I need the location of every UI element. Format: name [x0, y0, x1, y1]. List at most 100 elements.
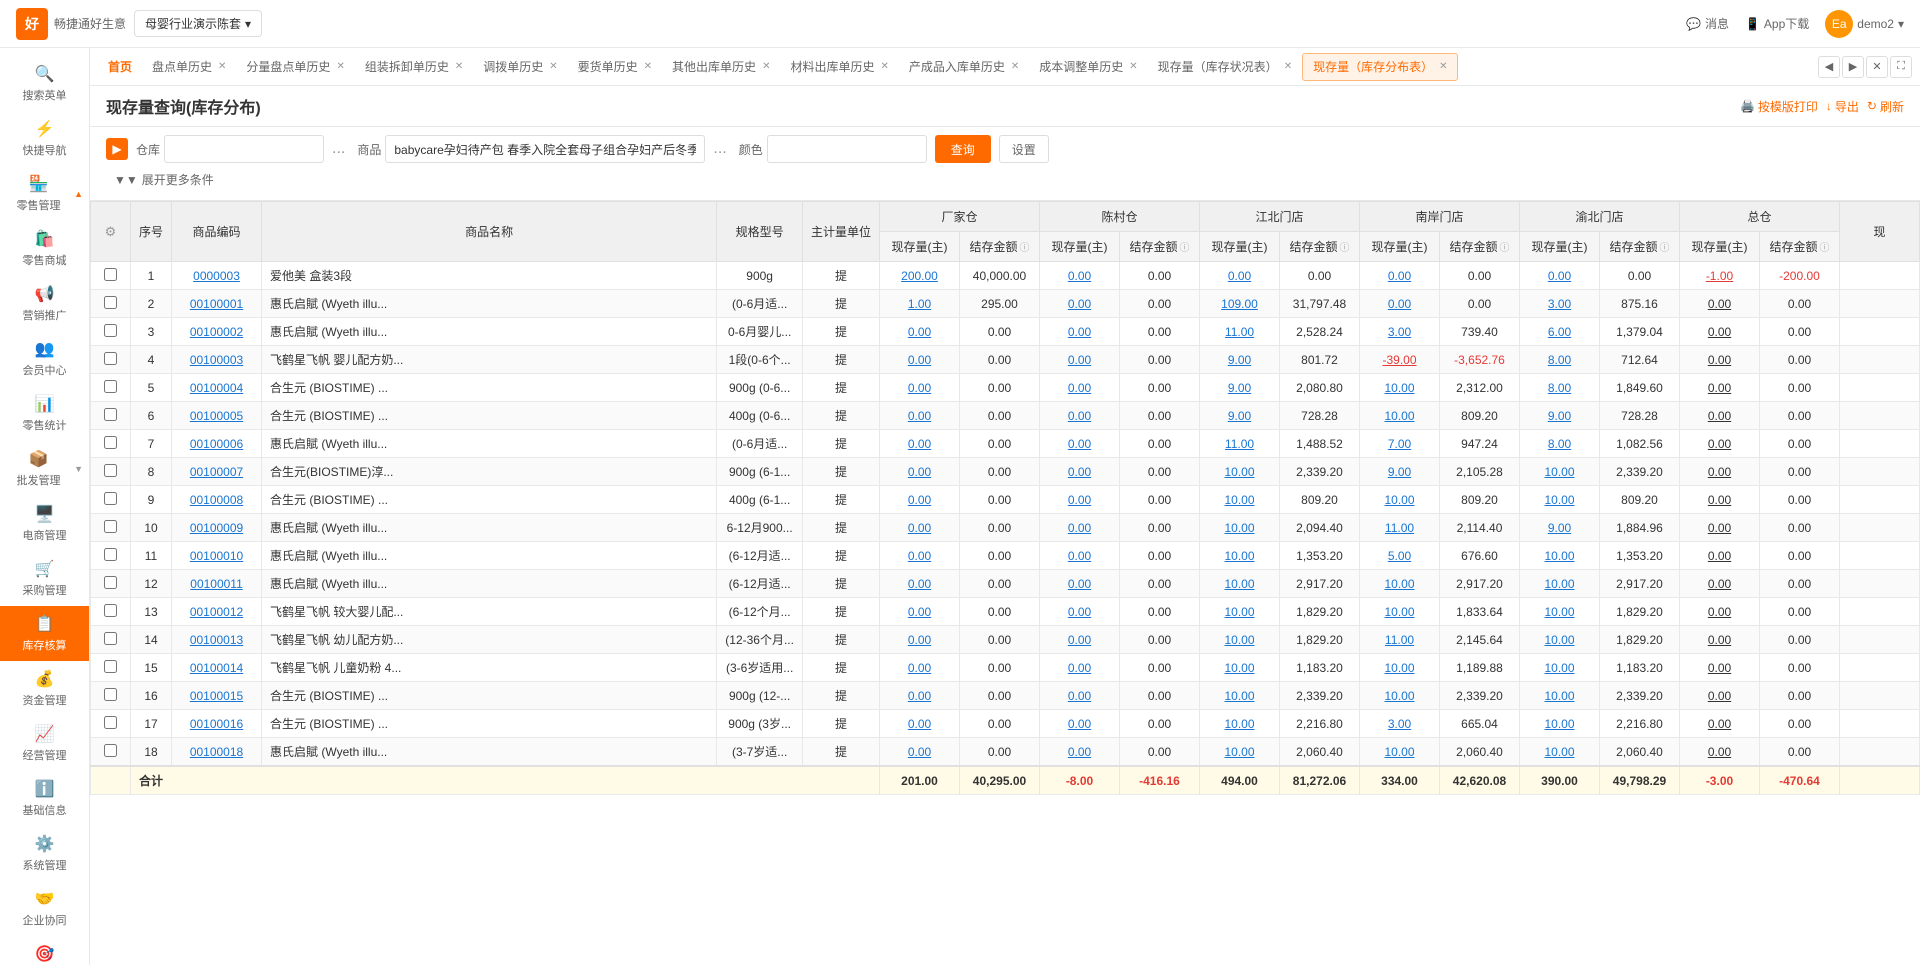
row-f-stock[interactable]: 0.00	[880, 682, 960, 710]
row-checkbox[interactable]	[91, 262, 131, 290]
sidebar-item-guide[interactable]: 🎯 新手引导	[0, 936, 89, 965]
row-yb-stock[interactable]: 10.00	[1520, 682, 1600, 710]
row-na-stock[interactable]: 3.00	[1360, 318, 1440, 346]
row-na-stock[interactable]: 10.00	[1360, 374, 1440, 402]
row-c-stock[interactable]: 0.00	[1040, 570, 1120, 598]
row-jb-stock[interactable]: 109.00	[1200, 290, 1280, 318]
row-na-stock[interactable]: 10.00	[1360, 598, 1440, 626]
tab-close-icon[interactable]: ✕	[1129, 61, 1137, 72]
export-btn[interactable]: ↓ 导出	[1826, 98, 1859, 115]
row-f-stock[interactable]: 0.00	[880, 318, 960, 346]
row-code[interactable]: 00100003	[172, 346, 262, 374]
row-t-stock[interactable]: 0.00	[1680, 682, 1760, 710]
row-f-stock[interactable]: 0.00	[880, 430, 960, 458]
row-f-stock[interactable]: 0.00	[880, 710, 960, 738]
nav-prev-btn[interactable]: ◀	[1818, 56, 1840, 78]
row-f-stock[interactable]: 200.00	[880, 262, 960, 290]
row-c-stock[interactable]: 0.00	[1040, 402, 1120, 430]
sidebar-item-retail-store[interactable]: 🛍️ 零售商城	[0, 221, 89, 276]
row-checkbox[interactable]	[91, 654, 131, 682]
row-f-stock[interactable]: 0.00	[880, 346, 960, 374]
row-checkbox[interactable]	[91, 486, 131, 514]
row-code[interactable]: 00100001	[172, 290, 262, 318]
row-f-stock[interactable]: 0.00	[880, 374, 960, 402]
row-c-stock[interactable]: 0.00	[1040, 486, 1120, 514]
row-code[interactable]: 00100004	[172, 374, 262, 402]
tab-material-out[interactable]: 材料出库单历史 ✕	[780, 53, 898, 81]
row-na-stock[interactable]: 10.00	[1360, 654, 1440, 682]
row-f-stock[interactable]: 0.00	[880, 598, 960, 626]
row-c-stock[interactable]: 0.00	[1040, 290, 1120, 318]
tab-other-out[interactable]: 其他出库单历史 ✕	[662, 53, 780, 81]
row-t-stock[interactable]: 0.00	[1680, 654, 1760, 682]
row-f-stock[interactable]: 0.00	[880, 738, 960, 767]
expand-more-btn[interactable]: ▼▼ 展开更多条件	[106, 167, 1904, 192]
row-jb-stock[interactable]: 10.00	[1200, 710, 1280, 738]
tab-stock-status[interactable]: 现存量（库存状况表） ✕	[1148, 53, 1302, 81]
row-jb-stock[interactable]: 10.00	[1200, 486, 1280, 514]
sidebar-item-purchase[interactable]: 🛒 采购管理	[0, 551, 89, 606]
row-jb-stock[interactable]: 10.00	[1200, 514, 1280, 542]
row-code[interactable]: 00100014	[172, 654, 262, 682]
row-t-stock[interactable]: 0.00	[1680, 430, 1760, 458]
tab-close-icon[interactable]: ✕	[1011, 61, 1019, 72]
row-f-stock[interactable]: 0.00	[880, 458, 960, 486]
sidebar-item-shortcut[interactable]: ⚡ 快捷导航	[0, 111, 89, 166]
tab-product-in[interactable]: 产成品入库单历史 ✕	[899, 53, 1029, 81]
row-jb-stock[interactable]: 10.00	[1200, 654, 1280, 682]
row-yb-stock[interactable]: 10.00	[1520, 710, 1600, 738]
row-c-stock[interactable]: 0.00	[1040, 346, 1120, 374]
row-c-stock[interactable]: 0.00	[1040, 542, 1120, 570]
table-settings-icon[interactable]: ⚙	[105, 224, 117, 239]
row-c-stock[interactable]: 0.00	[1040, 682, 1120, 710]
row-checkbox[interactable]	[91, 430, 131, 458]
tab-close-icon[interactable]: ✕	[880, 61, 888, 72]
th-settings[interactable]: ⚙	[91, 202, 131, 262]
row-checkbox[interactable]	[91, 738, 131, 767]
row-checkbox[interactable]	[91, 598, 131, 626]
row-jb-stock[interactable]: 11.00	[1200, 430, 1280, 458]
row-f-stock[interactable]: 0.00	[880, 514, 960, 542]
print-btn[interactable]: 🖨️ 按模版打印	[1740, 98, 1818, 115]
nav-next-btn[interactable]: ▶	[1842, 56, 1864, 78]
row-code[interactable]: 00100007	[172, 458, 262, 486]
row-na-stock[interactable]: 11.00	[1360, 514, 1440, 542]
tab-close-icon[interactable]: ✕	[218, 61, 226, 72]
row-f-stock[interactable]: 0.00	[880, 486, 960, 514]
row-c-stock[interactable]: 0.00	[1040, 374, 1120, 402]
row-c-stock[interactable]: 0.00	[1040, 738, 1120, 767]
row-f-stock[interactable]: 0.00	[880, 542, 960, 570]
tab-purchase-order[interactable]: 要货单历史 ✕	[568, 53, 662, 81]
row-yb-stock[interactable]: 9.00	[1520, 402, 1600, 430]
row-f-stock[interactable]: 0.00	[880, 402, 960, 430]
row-na-stock[interactable]: -39.00	[1360, 346, 1440, 374]
row-f-stock[interactable]: 0.00	[880, 626, 960, 654]
row-checkbox[interactable]	[91, 458, 131, 486]
tab-close-icon[interactable]: ✕	[1284, 61, 1292, 72]
row-checkbox[interactable]	[91, 402, 131, 430]
row-jb-stock[interactable]: 10.00	[1200, 738, 1280, 767]
row-yb-stock[interactable]: 8.00	[1520, 374, 1600, 402]
row-checkbox[interactable]	[91, 346, 131, 374]
row-code[interactable]: 00100005	[172, 402, 262, 430]
row-checkbox[interactable]	[91, 318, 131, 346]
row-yb-stock[interactable]: 0.00	[1520, 262, 1600, 290]
row-checkbox[interactable]	[91, 626, 131, 654]
row-yb-stock[interactable]: 10.00	[1520, 598, 1600, 626]
row-c-stock[interactable]: 0.00	[1040, 626, 1120, 654]
row-na-stock[interactable]: 11.00	[1360, 626, 1440, 654]
row-na-stock[interactable]: 7.00	[1360, 430, 1440, 458]
row-code[interactable]: 00100013	[172, 626, 262, 654]
row-checkbox[interactable]	[91, 514, 131, 542]
row-jb-stock[interactable]: 0.00	[1200, 262, 1280, 290]
row-c-stock[interactable]: 0.00	[1040, 318, 1120, 346]
sidebar-item-wholesale[interactable]: 📦 批发管理 ▼	[0, 441, 89, 496]
row-jb-stock[interactable]: 10.00	[1200, 542, 1280, 570]
row-code[interactable]: 00100009	[172, 514, 262, 542]
tab-cost-adjust[interactable]: 成本调整单历史 ✕	[1029, 53, 1147, 81]
row-code[interactable]: 00100010	[172, 542, 262, 570]
row-c-stock[interactable]: 0.00	[1040, 514, 1120, 542]
row-yb-stock[interactable]: 10.00	[1520, 542, 1600, 570]
sidebar-item-retail-stats[interactable]: 📊 零售统计	[0, 386, 89, 441]
row-c-stock[interactable]: 0.00	[1040, 710, 1120, 738]
